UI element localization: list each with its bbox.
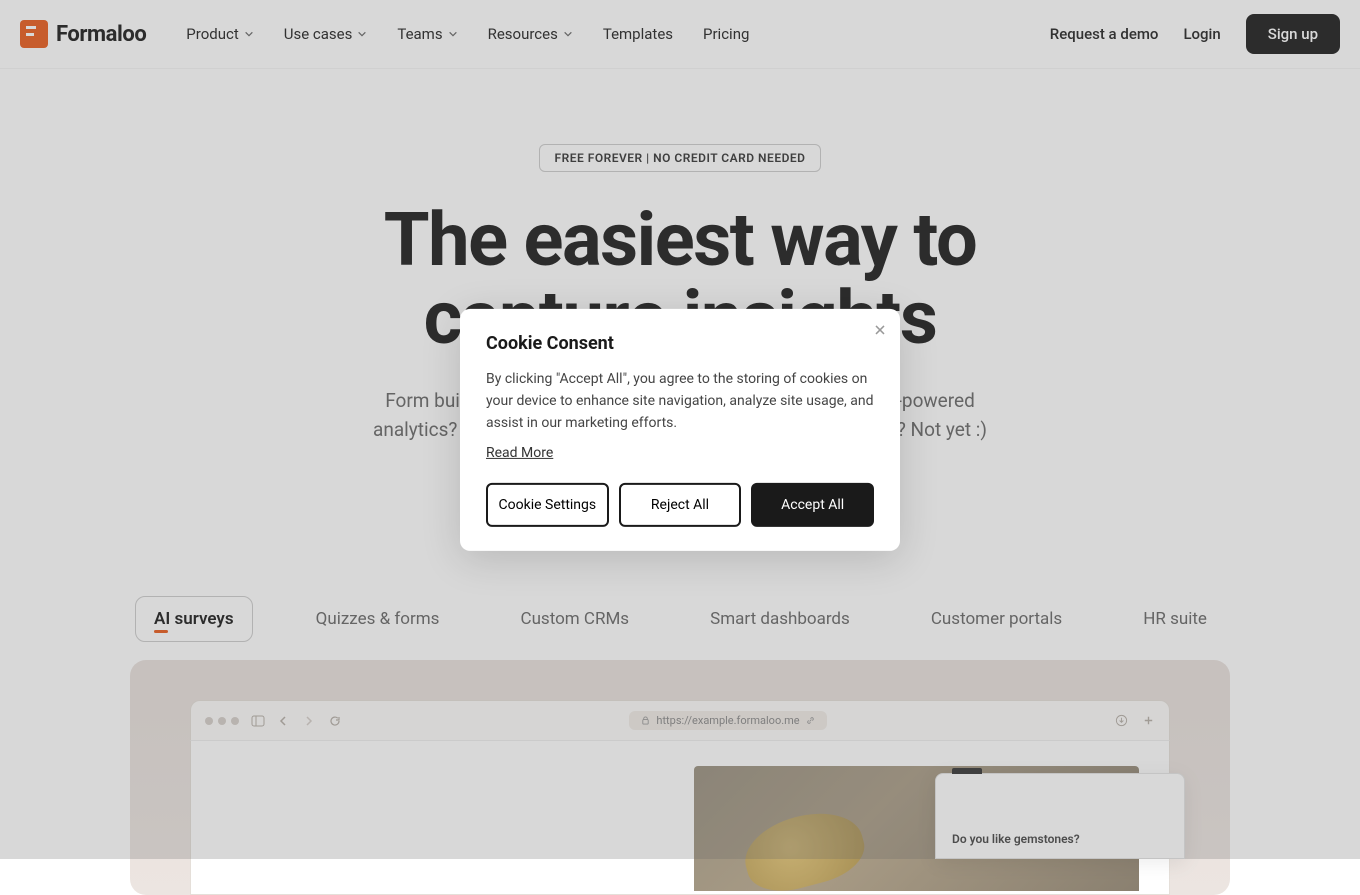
lock-icon [641,716,650,725]
popup-question: Do you like gemstones? [952,832,1168,846]
url-bar: https://example.formaloo.me [629,711,826,730]
jewelry-icon [737,802,871,891]
nav-templates[interactable]: Templates [603,25,673,43]
tab-custom-crms[interactable]: Custom CRMs [503,597,648,641]
close-icon [874,323,886,335]
close-button[interactable] [874,320,886,339]
accept-all-button[interactable]: Accept All [751,483,874,527]
tab-customer-portals[interactable]: Customer portals [913,597,1080,641]
signup-button[interactable]: Sign up [1246,14,1340,54]
nav-label: Use cases [284,25,353,43]
cookie-title: Cookie Consent [486,332,874,353]
read-more-link[interactable]: Read More [486,445,553,461]
link-icon [806,716,815,725]
preview-panel: https://example.formaloo.me Do you like … [130,660,1230,895]
login-link[interactable]: Login [1183,25,1220,43]
tab-smart-dashboards[interactable]: Smart dashboards [692,597,868,641]
cookie-body: By clicking "Accept All", you agree to t… [486,367,874,434]
tab-hr-suite[interactable]: HR suite [1125,597,1225,641]
back-icon [277,715,289,727]
reject-all-button[interactable]: Reject All [619,483,742,527]
survey-popup: Do you like gemstones? [935,773,1185,859]
free-badge: FREE FOREVER | NO CREDIT CARD NEEDED [539,144,820,172]
chevron-down-icon [357,29,367,39]
nav-product[interactable]: Product [186,25,253,43]
hero-title-line1: The easiest way to [384,197,976,284]
url-text: https://example.formaloo.me [656,714,799,727]
nav-use-cases[interactable]: Use cases [284,25,368,43]
nav-pricing[interactable]: Pricing [703,25,749,43]
reload-icon [329,715,341,727]
tab-ai-surveys[interactable]: AI surveys [135,596,253,642]
logo[interactable]: Formaloo [20,20,146,48]
nav-label: Resources [488,25,558,43]
main-nav: Product Use cases Teams Resources Templa… [186,25,749,43]
popup-tab-indicator [952,768,982,774]
nav-teams[interactable]: Teams [397,25,457,43]
nav-label: Product [186,25,238,43]
browser-chrome: https://example.formaloo.me [190,700,1170,740]
cookie-actions: Cookie Settings Reject All Accept All [486,483,874,527]
chevron-down-icon [448,29,458,39]
cookie-settings-button[interactable]: Cookie Settings [486,483,609,527]
nav-resources[interactable]: Resources [488,25,573,43]
cookie-consent-modal: Cookie Consent By clicking "Accept All",… [460,308,900,550]
plus-icon [1142,714,1155,727]
header-right: Request a demo Login Sign up [1050,14,1340,54]
forward-icon [303,715,315,727]
chevron-down-icon [244,29,254,39]
sidebar-toggle-icon [251,714,265,728]
traffic-lights-icon [205,717,239,725]
feature-tabs: AI surveys Quizzes & forms Custom CRMs S… [130,596,1230,642]
nav-label: Pricing [703,25,749,43]
site-header: Formaloo Product Use cases Teams Resourc… [0,0,1360,69]
logo-mark-icon [20,20,48,48]
request-demo-link[interactable]: Request a demo [1050,25,1159,43]
nav-label: Templates [603,25,673,43]
logo-text: Formaloo [56,22,146,47]
download-icon [1115,714,1128,727]
nav-label: Teams [397,25,442,43]
tab-quizzes-forms[interactable]: Quizzes & forms [298,597,458,641]
chevron-down-icon [563,29,573,39]
